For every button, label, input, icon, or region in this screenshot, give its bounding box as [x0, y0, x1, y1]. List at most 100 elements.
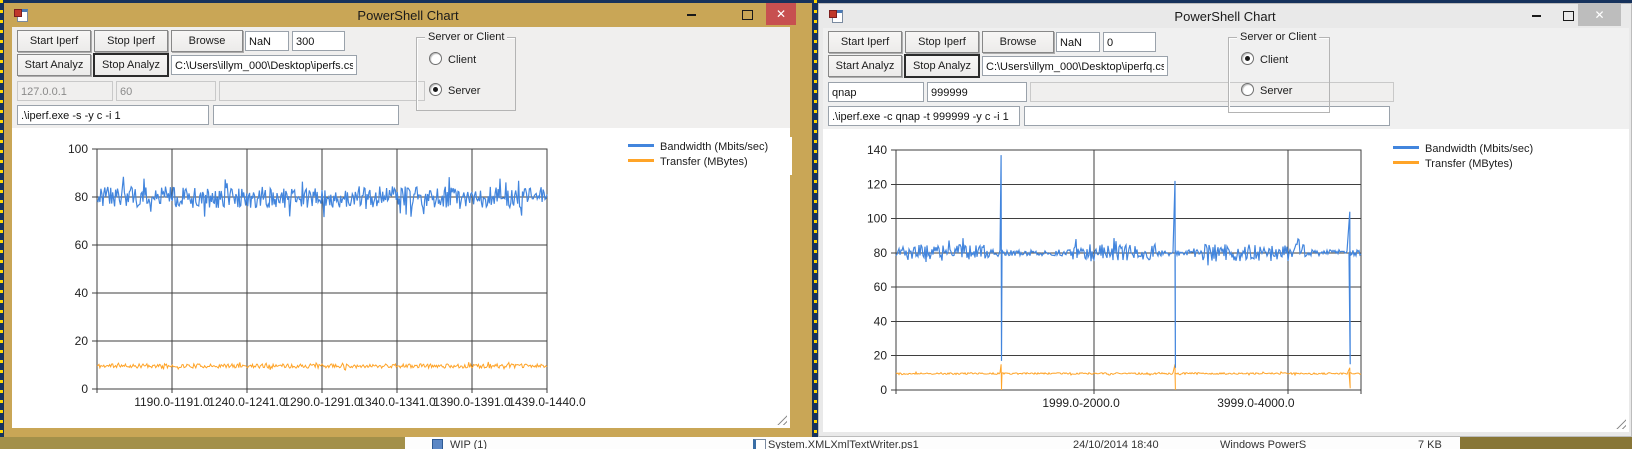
radio-server[interactable]: Server	[429, 83, 480, 97]
file-date[interactable]: 24/10/2014 18:40	[1073, 439, 1159, 449]
groupbox-label: Server or Client	[1237, 31, 1320, 43]
radio-client-label: Client	[1260, 54, 1289, 66]
transfer-legend-swatch	[628, 159, 654, 162]
start-analyz-button[interactable]: Start Analyz	[17, 54, 91, 76]
svg-text:80: 80	[75, 190, 89, 204]
minimize-icon	[1531, 14, 1541, 17]
command2-field[interactable]	[1024, 106, 1390, 126]
stop-iperf-button[interactable]: Stop Iperf	[905, 31, 979, 53]
start-iperf-button[interactable]: Start Iperf	[828, 31, 902, 53]
groupbox-label: Server or Client	[425, 31, 508, 43]
svg-text:1999.0-2000.0: 1999.0-2000.0	[1042, 396, 1120, 410]
radio-client[interactable]: Client	[1241, 52, 1288, 66]
command-field[interactable]	[17, 105, 209, 125]
start-iperf-button[interactable]: Start Iperf	[17, 30, 91, 52]
browse-button[interactable]: Browse	[982, 31, 1054, 53]
stop-analyz-button[interactable]: Stop Analyz	[94, 54, 168, 76]
bandwidth-legend-swatch	[628, 144, 654, 147]
host-field[interactable]	[17, 81, 113, 101]
spare-field[interactable]	[219, 81, 425, 101]
titlebar[interactable]: PowerShell Chart ✕	[819, 4, 1631, 28]
radio-client-label: Client	[448, 54, 477, 66]
radio-server-circle	[429, 83, 442, 96]
radio-client-circle	[1241, 52, 1254, 65]
nan-field[interactable]	[1056, 32, 1100, 52]
host-field[interactable]	[828, 82, 924, 102]
bandwidth-legend-label: Bandwidth (Mbits/sec)	[660, 141, 769, 153]
csv-path-field[interactable]	[171, 55, 357, 75]
window-powershell-chart-client: PowerShell Chart ✕ Start Iperf Stop Iper…	[818, 3, 1632, 437]
svg-text:40: 40	[75, 286, 89, 300]
window-title: PowerShell Chart	[1174, 9, 1276, 24]
svg-text:1190.0-1191.0: 1190.0-1191.0	[134, 395, 210, 409]
minimize-button[interactable]	[678, 5, 704, 25]
svg-text:100: 100	[68, 142, 88, 156]
svg-text:80: 80	[874, 246, 888, 260]
file-column-name[interactable]: WIP (1)	[450, 439, 487, 449]
file-size[interactable]: 7 KB	[1418, 439, 1442, 449]
svg-text:100: 100	[867, 212, 887, 226]
background-strip-right	[1460, 437, 1632, 449]
maximize-icon	[741, 9, 753, 20]
svg-text:20: 20	[75, 334, 89, 348]
iperf-server-chart: 0 20 40 60 80 100 1190.0-1191.01240.0-1241.012…	[68, 142, 586, 409]
svg-text:60: 60	[75, 238, 89, 252]
radio-server[interactable]: Server	[1241, 83, 1292, 97]
svg-text:0: 0	[81, 382, 88, 396]
maximize-button[interactable]	[734, 5, 760, 25]
svg-text:20: 20	[874, 349, 888, 363]
nan-field[interactable]	[245, 31, 289, 51]
minimize-icon	[686, 13, 696, 16]
command-field[interactable]	[828, 106, 1020, 126]
radio-client-circle	[429, 52, 442, 65]
bandwidth-legend-label: Bandwidth (Mbits/sec)	[1425, 143, 1534, 155]
desktop-gap-decoration	[814, 0, 817, 449]
duration-field[interactable]	[927, 82, 1027, 102]
transfer-legend-label: Transfer (MBytes)	[1425, 158, 1513, 170]
command2-field[interactable]	[213, 105, 399, 125]
svg-text:1290.0-1291.0: 1290.0-1291.0	[283, 395, 361, 409]
svg-text:1439.0-1440.0: 1439.0-1440.0	[508, 395, 586, 409]
file-type[interactable]: Windows PowerS	[1220, 439, 1306, 449]
svg-text:3999.0-4000.0: 3999.0-4000.0	[1217, 396, 1295, 410]
stop-iperf-button[interactable]: Stop Iperf	[94, 30, 168, 52]
ps1-file-icon	[753, 439, 766, 449]
seconds-field[interactable]	[292, 31, 345, 51]
background-window-strip: WIP (1) System.XMLXmlTextWriter.ps1 24/1…	[0, 437, 1632, 449]
radio-server-label: Server	[448, 85, 481, 97]
svg-text:1340.0-1341.0: 1340.0-1341.0	[358, 395, 436, 409]
close-icon: ✕	[1594, 8, 1605, 22]
iperf-client-chart: 0 20 40 60 80 100 120 140 1999.0-2000.0 3999.0-40…	[867, 143, 1362, 410]
close-button[interactable]: ✕	[766, 3, 796, 25]
svg-text:1240.0-1241.0: 1240.0-1241.0	[208, 395, 286, 409]
chart-legend: Bandwidth (Mbits/sec) Transfer (MBytes)	[622, 137, 792, 175]
file-name[interactable]: System.XMLXmlTextWriter.ps1	[768, 439, 919, 449]
maximize-icon	[1562, 10, 1574, 21]
csv-path-field[interactable]	[982, 56, 1168, 76]
svg-text:1390.0-1391.0: 1390.0-1391.0	[433, 395, 511, 409]
titlebar[interactable]: PowerShell Chart ✕	[4, 3, 812, 27]
close-button[interactable]: ✕	[1578, 4, 1621, 26]
minimize-button[interactable]	[1523, 6, 1549, 26]
desktop-edge-decoration	[0, 0, 3, 449]
spare-field[interactable]	[1030, 82, 1394, 102]
folder-icon	[432, 439, 443, 449]
background-strip-left	[0, 437, 405, 449]
seconds-field[interactable]	[1103, 32, 1156, 52]
svg-text:120: 120	[867, 177, 887, 191]
stop-analyz-button[interactable]: Stop Analyz	[905, 55, 979, 77]
duration-field[interactable]	[116, 81, 216, 101]
svg-text:140: 140	[867, 143, 887, 157]
radio-client[interactable]: Client	[429, 52, 476, 66]
chart-legend: Bandwidth (Mbits/sec) Transfer (MBytes)	[1387, 139, 1603, 177]
form-body: Start Iperf Stop Iperf Browse Start Anal…	[12, 27, 792, 428]
browse-button[interactable]: Browse	[171, 30, 243, 52]
file-explorer-row: WIP (1) System.XMLXmlTextWriter.ps1 24/1…	[405, 437, 1460, 449]
window-powershell-chart-server: PowerShell Chart ✕ Start Iperf Stop Iper…	[4, 3, 812, 437]
desktop: PowerShell Chart ✕ Start Iperf Stop Iper…	[0, 0, 1632, 449]
close-icon: ✕	[775, 7, 787, 21]
server-or-client-groupbox: Server or Client Client Server	[1228, 31, 1330, 113]
transfer-legend-label: Transfer (MBytes)	[660, 156, 748, 168]
start-analyz-button[interactable]: Start Analyz	[828, 55, 902, 77]
radio-server-label: Server	[1260, 85, 1293, 97]
